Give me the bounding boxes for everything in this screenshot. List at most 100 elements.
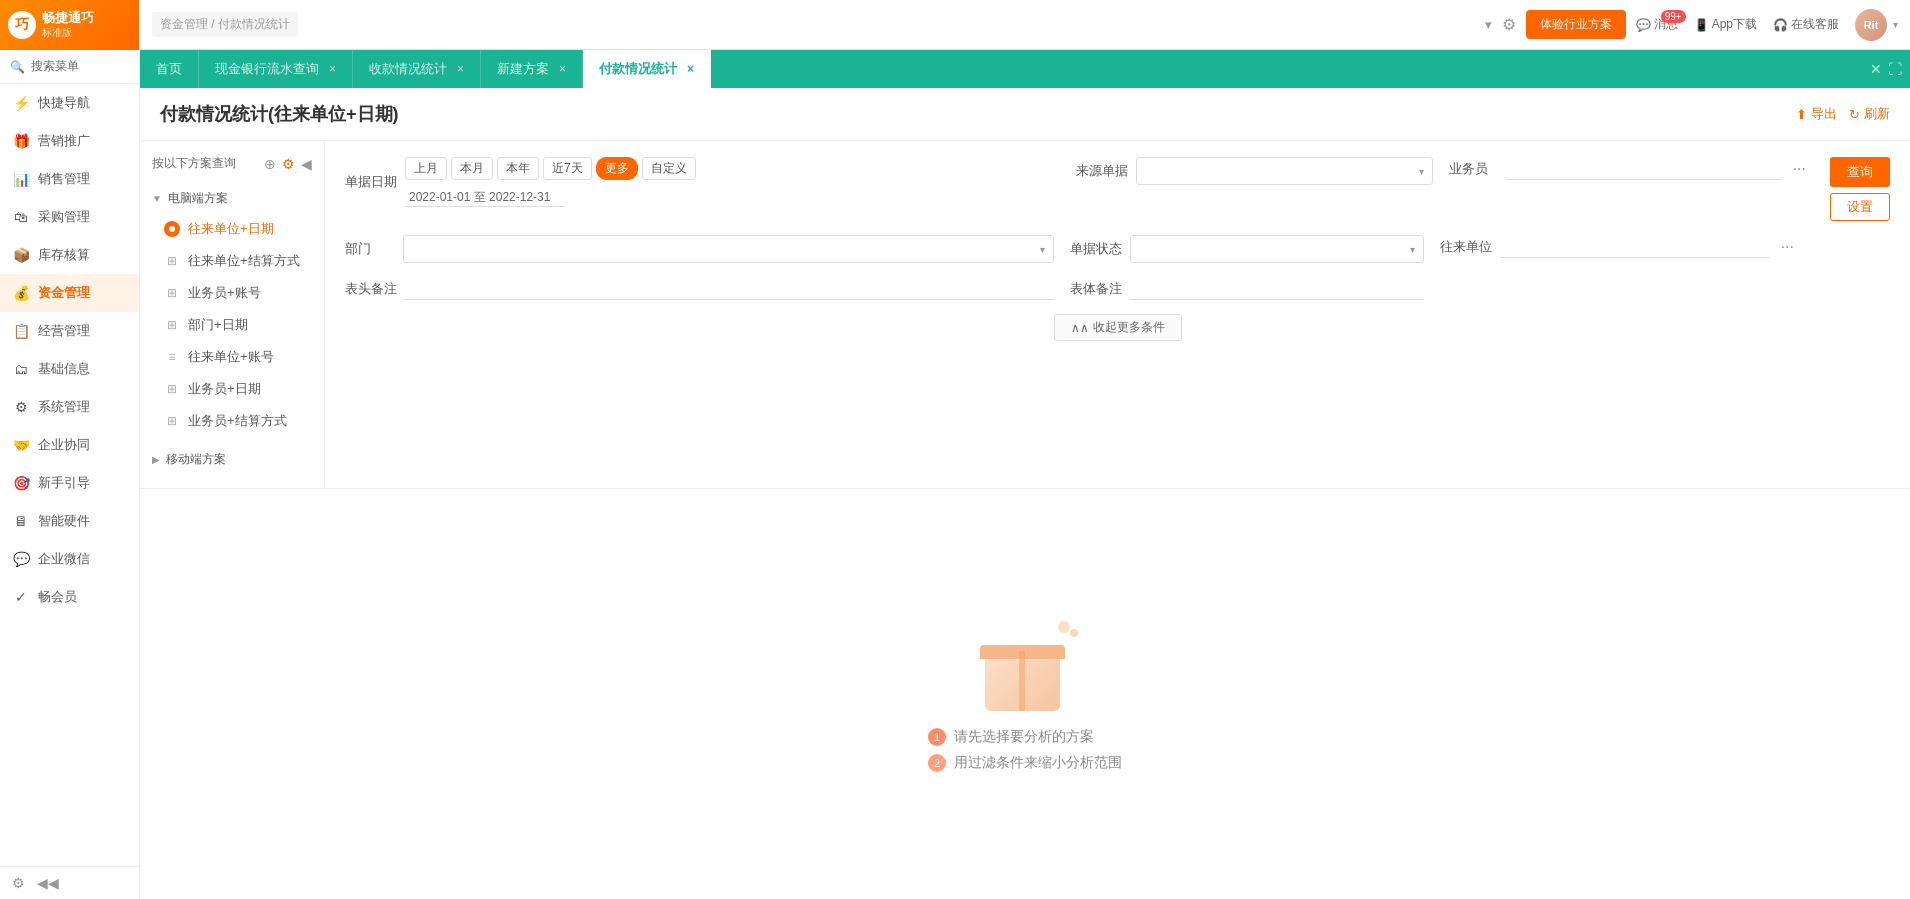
date-btn-last-month[interactable]: 上月 bbox=[405, 157, 447, 180]
sidebar-item-hardware[interactable]: 🖥 智能硬件 bbox=[0, 502, 139, 540]
avatar[interactable]: Rit bbox=[1855, 9, 1887, 41]
sidebar-item-system[interactable]: ⚙ 系统管理 bbox=[0, 388, 139, 426]
grid-icon-4: ⊞ bbox=[164, 381, 180, 397]
sidebar-collapse-btn[interactable]: ◀◀ bbox=[37, 875, 59, 891]
sidebar-item-sales[interactable]: 📊 销售管理 bbox=[0, 160, 139, 198]
system-icon: ⚙ bbox=[12, 398, 30, 416]
tab-fullscreen-btn[interactable]: ⛶ bbox=[1888, 61, 1902, 77]
dept-select[interactable]: ▾ bbox=[403, 235, 1054, 263]
scheme-collapse-icon[interactable]: ◀ bbox=[301, 156, 312, 172]
collapse-icon: ∧∧ bbox=[1071, 321, 1089, 335]
topbar-right: 💬 消息 99+ 📱 App下载 🎧 在线客服 Rit ▾ bbox=[1636, 9, 1898, 41]
quick-nav-icon: ⚡ bbox=[12, 94, 30, 112]
scheme-item-salesperson-settlement[interactable]: ⊞ 业务员+结算方式 bbox=[140, 405, 324, 437]
tab-close-all-btn[interactable]: ✕ bbox=[1870, 61, 1882, 77]
sidebar-search[interactable]: 🔍 搜索菜单 bbox=[0, 50, 139, 84]
scheme-active-icon bbox=[164, 221, 180, 237]
tab-payment-stats-close[interactable]: × bbox=[687, 62, 694, 76]
scheme-item-partner-account[interactable]: ≡ 往来单位+账号 bbox=[140, 341, 324, 373]
collapse-btn[interactable]: ∧∧ 收起更多条件 bbox=[1054, 314, 1182, 341]
doc-status-select[interactable]: ▾ bbox=[1130, 235, 1424, 263]
scheme-item-dept-date[interactable]: ⊞ 部门+日期 bbox=[140, 309, 324, 341]
refresh-btn[interactable]: ↻ 刷新 bbox=[1849, 105, 1890, 123]
grid-icon-5: ⊞ bbox=[164, 413, 180, 429]
sidebar-item-operations[interactable]: 📋 经营管理 bbox=[0, 312, 139, 350]
export-btn[interactable]: ⬆ 导出 bbox=[1796, 105, 1837, 123]
message-btn[interactable]: 💬 消息 99+ bbox=[1636, 16, 1678, 33]
date-btn-more[interactable]: 更多 bbox=[596, 157, 638, 180]
sidebar-item-basics[interactable]: 🗂 基础信息 bbox=[0, 350, 139, 388]
chevron-down-icon-status: ▾ bbox=[1410, 244, 1415, 255]
sidebar-item-purchase[interactable]: 🛍 采购管理 bbox=[0, 198, 139, 236]
sidebar-item-enterprise[interactable]: 🤝 企业协同 bbox=[0, 426, 139, 464]
scheme-section-header-mobile[interactable]: ▶ 移动端方案 bbox=[140, 445, 324, 474]
filter-body-note: 表体备注 bbox=[1070, 277, 1424, 300]
source-doc-select[interactable]: ▾ bbox=[1136, 157, 1433, 185]
tab-new-scheme[interactable]: 新建方案 × bbox=[481, 50, 583, 88]
tab-home[interactable]: 首页 bbox=[140, 50, 199, 88]
sidebar-item-inventory[interactable]: 📦 库存核算 bbox=[0, 236, 139, 274]
tab-new-scheme-close[interactable]: × bbox=[559, 62, 566, 76]
scheme-item-salesperson-date[interactable]: ⊞ 业务员+日期 bbox=[140, 373, 324, 405]
filter-row-2: 部门 ▾ 单据状态 ▾ 往来单位 bbox=[345, 235, 1890, 263]
basics-icon: 🗂 bbox=[12, 360, 30, 378]
sidebar-item-guide[interactable]: 🎯 新手引导 bbox=[0, 464, 139, 502]
message-icon: 💬 bbox=[1636, 18, 1651, 32]
date-btn-group: 上月 本月 本年 近7天 更多 自定义 bbox=[405, 157, 696, 180]
partner-input[interactable] bbox=[1500, 235, 1769, 258]
grid-icon-3: ⊞ bbox=[164, 317, 180, 333]
scheme-item-partner-settlement[interactable]: ⊞ 往来单位+结算方式 bbox=[140, 245, 324, 277]
scheme-settings-icon[interactable]: ⚙ bbox=[282, 156, 295, 172]
export-icon: ⬆ bbox=[1796, 107, 1807, 122]
operations-icon: 📋 bbox=[12, 322, 30, 340]
arrow-down-icon: ▼ bbox=[152, 193, 162, 204]
filter-actions: 查询 设置 bbox=[1830, 157, 1890, 221]
app-download-btn[interactable]: 📱 App下载 bbox=[1694, 16, 1757, 33]
tab-receipt-stats-close[interactable]: × bbox=[457, 62, 464, 76]
scheme-item-salesperson-account[interactable]: ⊞ 业务员+账号 bbox=[140, 277, 324, 309]
topbar-settings-icon[interactable]: ⚙ bbox=[1502, 15, 1516, 34]
scheme-section-mobile: ▶ 移动端方案 bbox=[140, 441, 324, 478]
vip-icon: ✓ bbox=[12, 588, 30, 606]
grid-icon-2: ⊞ bbox=[164, 285, 180, 301]
setting-btn[interactable]: 设置 bbox=[1830, 193, 1890, 221]
tab-bank-flow[interactable]: 现金银行流水查询 × bbox=[199, 50, 353, 88]
sidebar-item-weixin[interactable]: 💬 企业微信 bbox=[0, 540, 139, 578]
tab-bank-flow-close[interactable]: × bbox=[329, 62, 336, 76]
topbar: 资金管理 / 付款情况统计 ▾ ⚙ 体验行业方案 💬 消息 99+ 📱 App下… bbox=[140, 0, 1910, 50]
sidebar-item-vip[interactable]: ✓ 畅会员 bbox=[0, 578, 139, 616]
topbar-chevron-icon[interactable]: ▾ bbox=[1485, 17, 1492, 32]
user-area[interactable]: Rit ▾ bbox=[1855, 9, 1898, 41]
date-btn-custom[interactable]: 自定义 bbox=[642, 157, 696, 180]
header-note-input[interactable] bbox=[405, 277, 1054, 300]
filter-source-doc: 来源单据 ▾ bbox=[1076, 157, 1433, 185]
sidebar-footer: ⚙ ◀◀ bbox=[0, 866, 139, 899]
partner-more-btn[interactable]: ··· bbox=[1781, 238, 1794, 256]
tab-payment-stats[interactable]: 付款情况统计 × bbox=[583, 50, 711, 88]
trial-btn[interactable]: 体验行业方案 bbox=[1526, 10, 1626, 39]
salesperson-input[interactable] bbox=[1507, 157, 1781, 180]
refresh-icon: ↻ bbox=[1849, 107, 1860, 122]
query-btn[interactable]: 查询 bbox=[1830, 157, 1890, 187]
date-btn-this-year[interactable]: 本年 bbox=[497, 157, 539, 180]
body-note-input[interactable] bbox=[1130, 277, 1424, 300]
sidebar-item-finance[interactable]: 💰 资金管理 bbox=[0, 274, 139, 312]
date-range-input[interactable] bbox=[405, 188, 565, 207]
date-btn-this-month[interactable]: 本月 bbox=[451, 157, 493, 180]
sidebar-item-marketing[interactable]: 🎁 营销推广 bbox=[0, 122, 139, 160]
filter-row-3: 表头备注 表体备注 bbox=[345, 277, 1890, 300]
scheme-panel: 按以下方案查询 ⊕ ⚙ ◀ ▼ 电脑端方案 bbox=[140, 141, 325, 488]
content-area: 付款情况统计(往来单位+日期) ⬆ 导出 ↻ 刷新 按以下方案查询 ⊕ bbox=[140, 88, 1910, 899]
sidebar-settings-btn[interactable]: ⚙ bbox=[12, 875, 25, 891]
service-btn[interactable]: 🎧 在线客服 bbox=[1773, 16, 1839, 33]
scheme-section-header-desktop[interactable]: ▼ 电脑端方案 bbox=[140, 184, 324, 213]
logo-text: 畅捷通巧 标准版 bbox=[42, 10, 94, 40]
sidebar-header: 巧 畅捷通巧 标准版 bbox=[0, 0, 139, 50]
sidebar-item-quick-nav[interactable]: ⚡ 快捷导航 bbox=[0, 84, 139, 122]
salesperson-more-btn[interactable]: ··· bbox=[1793, 160, 1806, 178]
scheme-item-partner-date[interactable]: 往来单位+日期 bbox=[140, 213, 324, 245]
scheme-add-icon[interactable]: ⊕ bbox=[264, 156, 276, 172]
chevron-down-icon: ▾ bbox=[1893, 19, 1898, 30]
tab-receipt-stats[interactable]: 收款情况统计 × bbox=[353, 50, 481, 88]
date-btn-7days[interactable]: 近7天 bbox=[543, 157, 592, 180]
